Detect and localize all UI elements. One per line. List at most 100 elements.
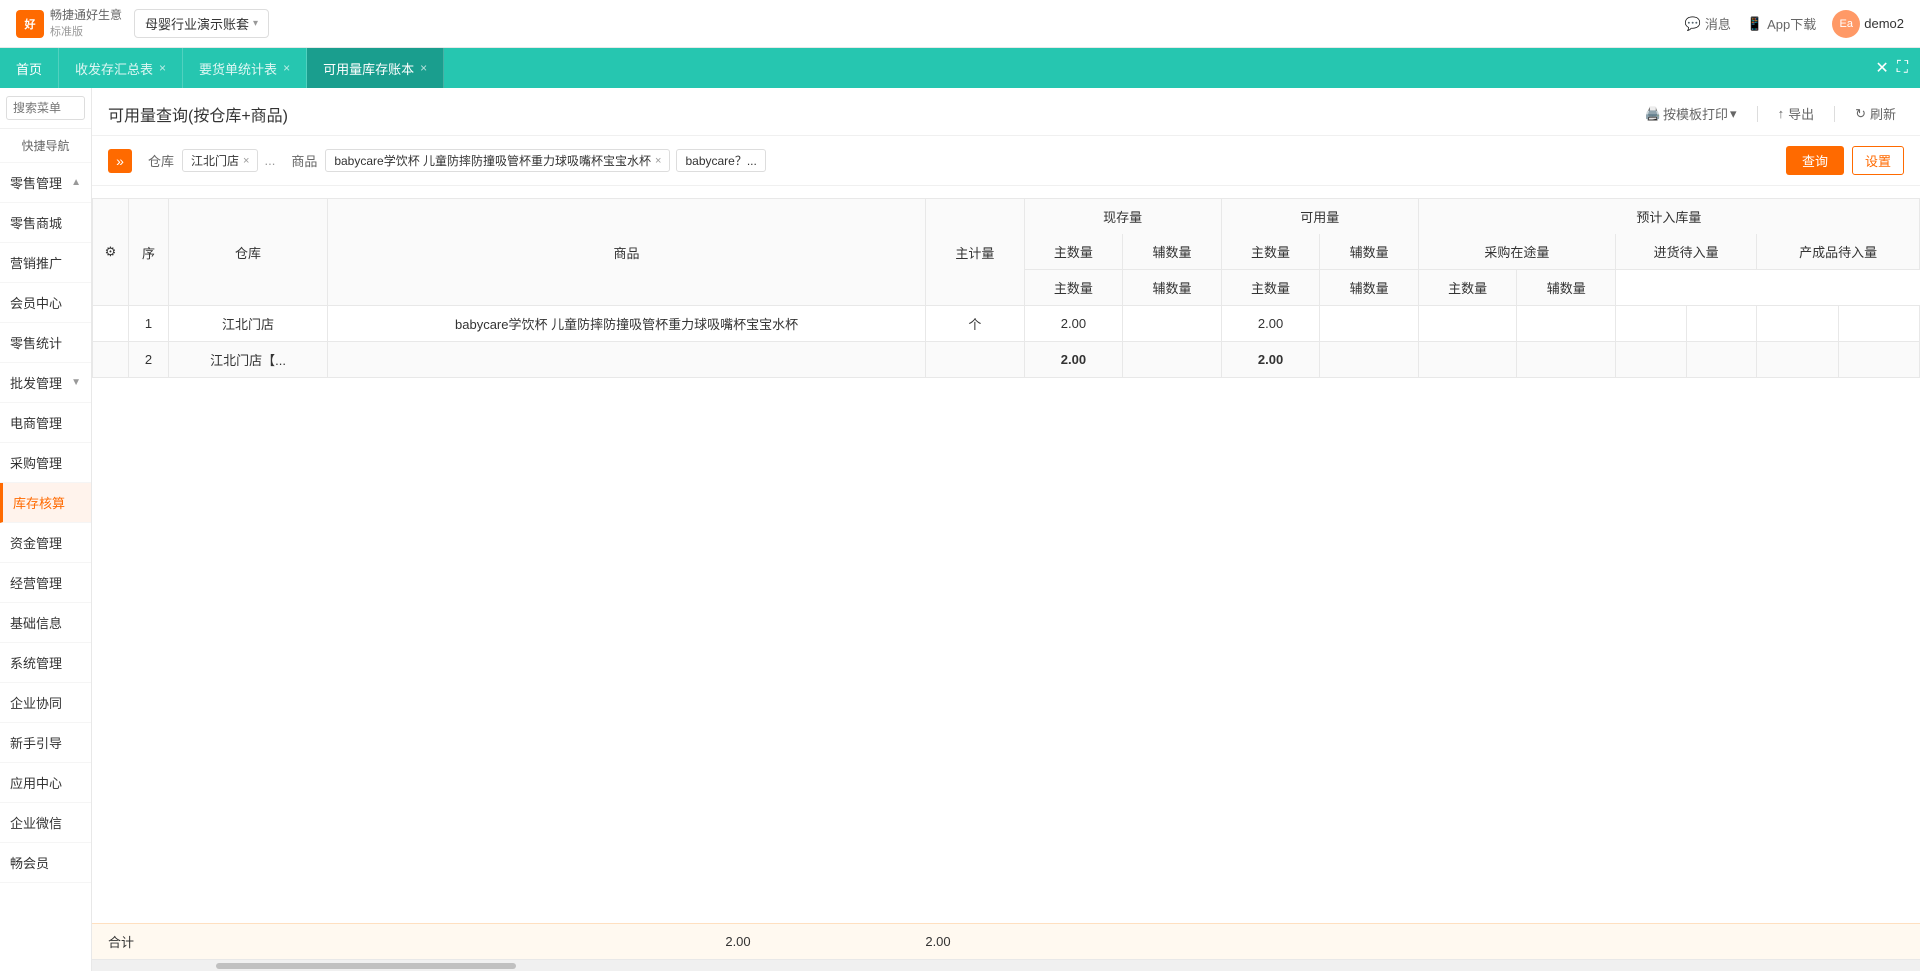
message-label: 消息 xyxy=(1705,14,1731,33)
cell-warehouse-1: 江北门店 xyxy=(169,306,328,342)
cell-pp-aux-1 xyxy=(1686,306,1757,342)
tab-receive[interactable]: 收发存汇总表 × xyxy=(59,48,183,88)
filter-actions-right: 查询 设置 xyxy=(1786,146,1904,175)
cell-avail-aux-1 xyxy=(1320,306,1419,342)
th-fp-main: 主数量 xyxy=(1418,270,1517,306)
user-area[interactable]: Ea demo2 xyxy=(1832,10,1904,38)
sidebar-item-purchase[interactable]: 采购管理 xyxy=(0,443,91,483)
sidebar-item-app-center[interactable]: 应用中心 xyxy=(0,763,91,803)
logo-icon: 好 xyxy=(16,10,44,38)
cell-pt-aux-1 xyxy=(1517,306,1616,342)
logo-text: 畅捷通好生意 xyxy=(50,8,122,24)
horizontal-scrollbar[interactable] xyxy=(92,959,1920,971)
table-row: 2 江北门店【... 2.00 2.00 xyxy=(93,342,1920,378)
cell-gear xyxy=(93,306,129,342)
divider2 xyxy=(1834,106,1835,122)
sidebar-item-inventory[interactable]: 库存核算 xyxy=(0,483,91,523)
org-selector[interactable]: 母婴行业演示账套 ▾ xyxy=(134,9,269,38)
sidebar-item-wechat[interactable]: 企业微信 xyxy=(0,803,91,843)
th-product: 商品 xyxy=(328,199,926,306)
data-table: ⚙ 序 仓库 商品 主计量 现存量 可用量 预计入库量 主数量 辅数量 xyxy=(92,198,1920,378)
product-tags: babycare学饮杯 儿童防摔防撞吸管杯重力球吸嘴杯宝宝水杯 × babyca… xyxy=(325,149,766,172)
cell-pt-aux-2 xyxy=(1517,342,1616,378)
maximize-icon[interactable]: ⛶ xyxy=(1897,59,1908,77)
top-bar: 好 畅捷通好生意 标准版 母婴行业演示账套 ▾ 💬 消息 📱 App下载 Ea … xyxy=(0,0,1920,48)
sidebar-item-basic-info[interactable]: 基础信息 xyxy=(0,603,91,643)
scrollbar-thumb[interactable] xyxy=(216,963,516,969)
tab-receive-label: 收发存汇总表 xyxy=(75,59,153,78)
summary-label: 合计 xyxy=(108,932,688,951)
th-pt-aux: 辅数量 xyxy=(1123,270,1222,306)
filter-warehouse-group: 仓库 江北门店 × ... xyxy=(148,149,275,172)
cell-stock-main-2: 2.00 xyxy=(1024,342,1123,378)
table-header-top: ⚙ 序 仓库 商品 主计量 现存量 可用量 预计入库量 xyxy=(93,199,1920,235)
tab-purchase-stats[interactable]: 要货单统计表 × xyxy=(183,48,307,88)
sidebar-search-area xyxy=(0,88,91,129)
divider1 xyxy=(1757,106,1758,122)
sidebar-item-finance[interactable]: 资金管理 xyxy=(0,523,91,563)
th-pp-aux: 辅数量 xyxy=(1320,270,1419,306)
sidebar-item-ecommerce[interactable]: 电商管理 xyxy=(0,403,91,443)
close-window-icon[interactable]: ✕ xyxy=(1875,58,1888,78)
product-tag-remove-0[interactable]: × xyxy=(655,155,661,167)
sidebar-item-wholesale-mgmt[interactable]: 批发管理 ▼ xyxy=(0,363,91,403)
cell-pt-main-2 xyxy=(1418,342,1517,378)
cell-fp-aux-1 xyxy=(1838,306,1919,342)
app-download-action[interactable]: 📱 App下载 xyxy=(1747,14,1816,33)
refresh-icon: ↻ xyxy=(1855,106,1866,122)
th-purchase-pending: 进货待入量 xyxy=(1616,234,1757,270)
sidebar-item-retail-stats[interactable]: 零售统计 xyxy=(0,323,91,363)
page-title: 可用量查询(按仓库+商品) xyxy=(108,102,288,126)
logo-area: 好 畅捷通好生意 标准版 xyxy=(16,8,122,40)
main-layout: 快捷导航 零售管理 ▲ 零售商城 营销推广 会员中心 零售统计 批发管理 ▼ xyxy=(0,88,1920,971)
query-button[interactable]: 查询 xyxy=(1786,146,1844,175)
th-gear[interactable]: ⚙ xyxy=(93,199,129,306)
export-btn[interactable]: ↑ 导出 xyxy=(1770,100,1823,127)
th-fp-aux: 辅数量 xyxy=(1517,270,1616,306)
th-finished-pending: 产成品待入量 xyxy=(1757,234,1920,270)
th-avail-main: 主数量 xyxy=(1221,234,1320,270)
tab-available-stock[interactable]: 可用量库存账本 × xyxy=(307,48,444,88)
sidebar-item-system[interactable]: 系统管理 xyxy=(0,643,91,683)
tab-home[interactable]: 首页 xyxy=(0,48,59,88)
settings-button[interactable]: 设置 xyxy=(1852,146,1904,175)
sidebar-item-quick-nav[interactable]: 快捷导航 xyxy=(0,129,91,163)
cell-pp-main-1 xyxy=(1616,306,1687,342)
filter-product-group: 商品 babycare学饮杯 儿童防摔防撞吸管杯重力球吸嘴杯宝宝水杯 × bab… xyxy=(291,149,766,172)
sidebar-item-enterprise[interactable]: 企业协同 xyxy=(0,683,91,723)
sidebar-item-guide[interactable]: 新手引导 xyxy=(0,723,91,763)
expand-icon: ▲ xyxy=(71,177,81,188)
sidebar-item-member2[interactable]: 畅会员 xyxy=(0,843,91,883)
th-pp-main: 主数量 xyxy=(1221,270,1320,306)
tab-purchase-stats-close[interactable]: × xyxy=(283,61,290,75)
sidebar-item-marketing[interactable]: 营销推广 xyxy=(0,243,91,283)
tab-available-stock-close[interactable]: × xyxy=(420,61,427,75)
summary-avail-main: 2.00 xyxy=(888,934,988,949)
cell-unit-1: 个 xyxy=(926,306,1025,342)
message-action[interactable]: 💬 消息 xyxy=(1685,14,1731,33)
warehouse-more[interactable]: ... xyxy=(264,153,275,168)
search-input[interactable] xyxy=(6,96,85,120)
print-icon: 🖨️ xyxy=(1645,106,1661,122)
expand-toggle-btn[interactable]: » xyxy=(108,149,132,173)
warehouse-tag-remove-0[interactable]: × xyxy=(243,155,249,167)
cell-pp-aux-2 xyxy=(1686,342,1757,378)
cell-product-1: babycare学饮杯 儿童防摔防撞吸管杯重力球吸嘴杯宝宝水杯 xyxy=(328,306,926,342)
table-row: 1 江北门店 babycare学饮杯 儿童防摔防撞吸管杯重力球吸嘴杯宝宝水杯 个… xyxy=(93,306,1920,342)
tab-receive-close[interactable]: × xyxy=(159,61,166,75)
tab-home-label: 首页 xyxy=(16,59,42,78)
th-warehouse: 仓库 xyxy=(169,199,328,306)
th-unit: 主计量 xyxy=(926,199,1025,306)
sidebar-item-member[interactable]: 会员中心 xyxy=(0,283,91,323)
page-container: 可用量查询(按仓库+商品) 🖨️ 按模板打印 ▾ ↑ 导出 ↻ xyxy=(92,88,1920,971)
cell-pp-main-2 xyxy=(1616,342,1687,378)
refresh-btn[interactable]: ↻ 刷新 xyxy=(1847,100,1904,127)
message-icon: 💬 xyxy=(1685,16,1701,32)
content-area: 可用量查询(按仓库+商品) 🖨️ 按模板打印 ▾ ↑ 导出 ↻ xyxy=(92,88,1920,971)
sidebar-item-retail-mall[interactable]: 零售商城 xyxy=(0,203,91,243)
print-btn[interactable]: 🖨️ 按模板打印 ▾ xyxy=(1637,100,1745,127)
sidebar-item-retail-mgmt[interactable]: 零售管理 ▲ xyxy=(0,163,91,203)
sidebar-item-business[interactable]: 经营管理 xyxy=(0,563,91,603)
product-label: 商品 xyxy=(291,151,317,170)
page-actions: 🖨️ 按模板打印 ▾ ↑ 导出 ↻ 刷新 xyxy=(1637,100,1904,127)
